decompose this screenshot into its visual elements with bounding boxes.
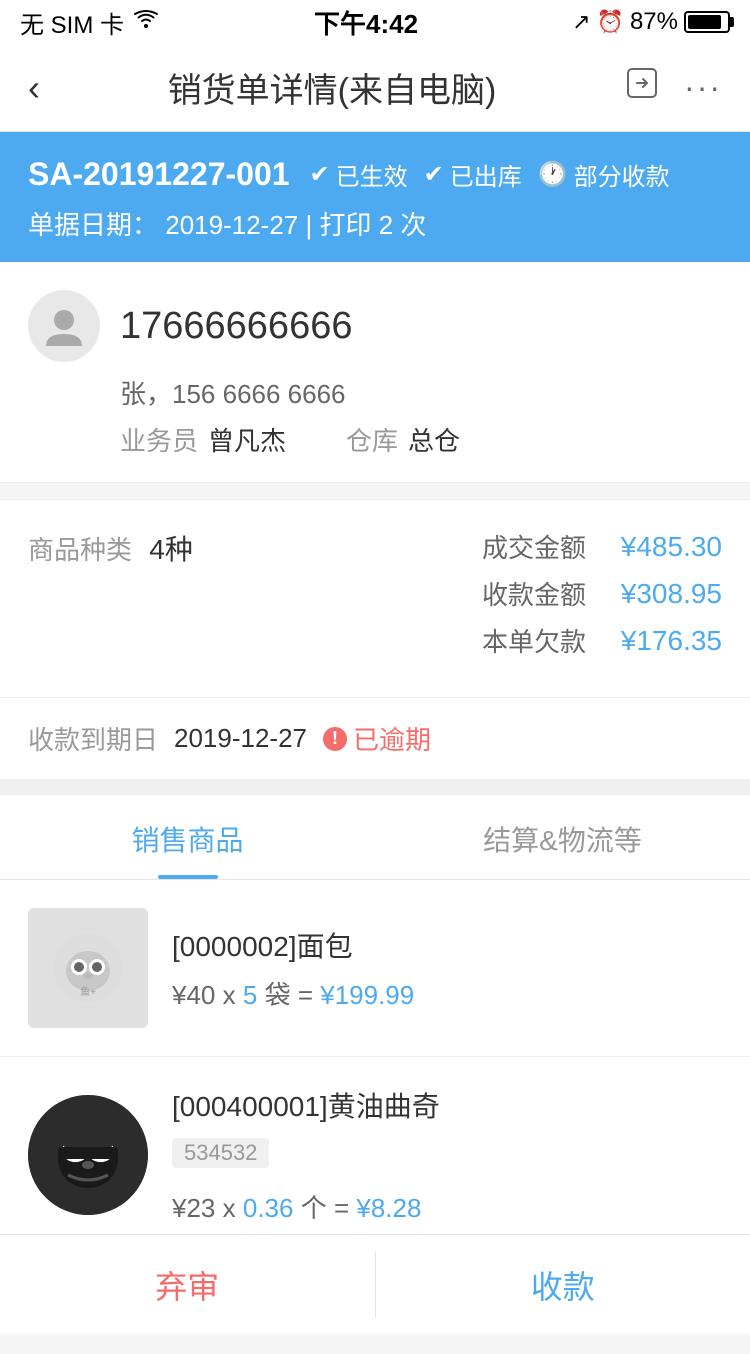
due-date-section: 收款到期日 2019-12-27 ! 已逾期 [0, 698, 750, 795]
status-shipped: ✔ 已出库 [424, 157, 522, 192]
svg-text:鱼+: 鱼+ [80, 985, 96, 998]
customer-section: 17666666666 张，156 6666 6666 业务员 曾凡杰 仓库 总… [0, 262, 750, 483]
summary-category: 商品种类 4种 [28, 528, 193, 568]
customer-phone: 17666666666 [120, 305, 352, 348]
status-time: 下午4:42 [314, 4, 418, 41]
salesperson-value: 曾凡杰 [208, 421, 286, 458]
wifi-icon [132, 8, 160, 36]
product-info-1: [0000002]面包 ¥40 x 5 袋 = ¥199.99 [172, 925, 722, 1012]
page-title: 销货单详情(来自电脑) [168, 63, 497, 112]
summary-section: 商品种类 4种 成交金额 ¥485.30 收款金额 ¥308.95 本单欠款 ¥… [0, 499, 750, 698]
tab-products[interactable]: 销售商品 [0, 795, 375, 879]
status-partial: 🕐 部分收款 [538, 157, 670, 192]
confirm-button[interactable]: 收款 [376, 1235, 750, 1334]
warehouse-value: 总仓 [408, 421, 460, 458]
carrier-text: 无 SIM 卡 [20, 5, 124, 40]
back-button[interactable]: ‹ [28, 67, 40, 109]
clock-icon: 🕐 [538, 160, 568, 189]
cancel-button[interactable]: 弃审 [0, 1235, 375, 1334]
product-thumbnail-1: 鱼+ [28, 908, 148, 1028]
product-thumbnail-2 [28, 1095, 148, 1215]
battery-percent: 87% [630, 8, 678, 36]
list-item: 鱼+ [0000002]面包 ¥40 x 5 袋 = ¥199.99 [0, 880, 750, 1057]
nav-actions: ··· [624, 65, 722, 110]
status-carrier: 无 SIM 卡 [20, 5, 160, 40]
nav-bar: ‹ 销货单详情(来自电脑) ··· [0, 44, 750, 132]
product-tag-2: 534532 [172, 1138, 269, 1168]
more-icon[interactable]: ··· [684, 69, 722, 106]
overdue-badge: ! 已逾期 [323, 720, 431, 757]
product-info-2: [000400001]黄油曲奇 534532 ¥23 x 0.36 个 = ¥8… [172, 1085, 722, 1225]
order-header: SA-20191227-001 ✔ 已生效 ✔ 已出库 🕐 部分收款 单据日期：… [0, 132, 750, 262]
tabs-section: 销售商品 结算&物流等 [0, 795, 750, 880]
check-icon-1: ✔ [310, 160, 330, 189]
product-price-1: ¥40 x 5 袋 = ¥199.99 [172, 975, 722, 1012]
salesperson-item: 业务员 曾凡杰 [120, 421, 286, 458]
list-item: [000400001]黄油曲奇 534532 ¥23 x 0.36 个 = ¥8… [0, 1057, 750, 1254]
overdue-dot-icon: ! [323, 727, 347, 751]
products-section: 鱼+ [0000002]面包 ¥40 x 5 袋 = ¥199.99 [0, 880, 750, 1254]
product-name-1: [0000002]面包 [172, 925, 722, 965]
check-icon-2: ✔ [424, 160, 444, 189]
status-badges: ✔ 已生效 ✔ 已出库 🕐 部分收款 [310, 157, 670, 192]
share-icon[interactable] [624, 65, 660, 110]
received-amount: ¥308.95 [602, 578, 722, 610]
order-date: 单据日期： 2019-12-27 | 打印 2 次 [28, 205, 722, 242]
product-price-2: ¥23 x 0.36 个 = ¥8.28 [172, 1188, 722, 1225]
customer-meta: 业务员 曾凡杰 仓库 总仓 [120, 421, 722, 458]
owed-row: 本单欠款 ¥176.35 [482, 622, 722, 659]
bottom-bar: 弃审 收款 [0, 1234, 750, 1334]
status-bar: 无 SIM 卡 下午4:42 ↗ ⏰ 87% [0, 0, 750, 44]
summary-amounts: 成交金额 ¥485.30 收款金额 ¥308.95 本单欠款 ¥176.35 [482, 528, 722, 669]
tab-settlement[interactable]: 结算&物流等 [375, 795, 750, 879]
deal-amount: ¥485.30 [602, 531, 722, 563]
alarm-icon: ⏰ [597, 9, 624, 35]
battery-icon [684, 11, 730, 33]
order-id: SA-20191227-001 [28, 156, 290, 193]
owed-amount: ¥176.35 [602, 625, 722, 657]
status-icons: ↗ ⏰ 87% [572, 8, 730, 36]
received-row: 收款金额 ¥308.95 [482, 575, 722, 612]
product-name-2: [000400001]黄油曲奇 [172, 1085, 722, 1125]
customer-avatar [28, 290, 100, 362]
warehouse-item: 仓库 总仓 [346, 421, 460, 458]
status-effective: ✔ 已生效 [310, 157, 408, 192]
deal-amount-row: 成交金额 ¥485.30 [482, 528, 722, 565]
customer-name-phone: 张，156 6666 6666 [120, 374, 722, 411]
location-icon: ↗ [572, 9, 590, 35]
